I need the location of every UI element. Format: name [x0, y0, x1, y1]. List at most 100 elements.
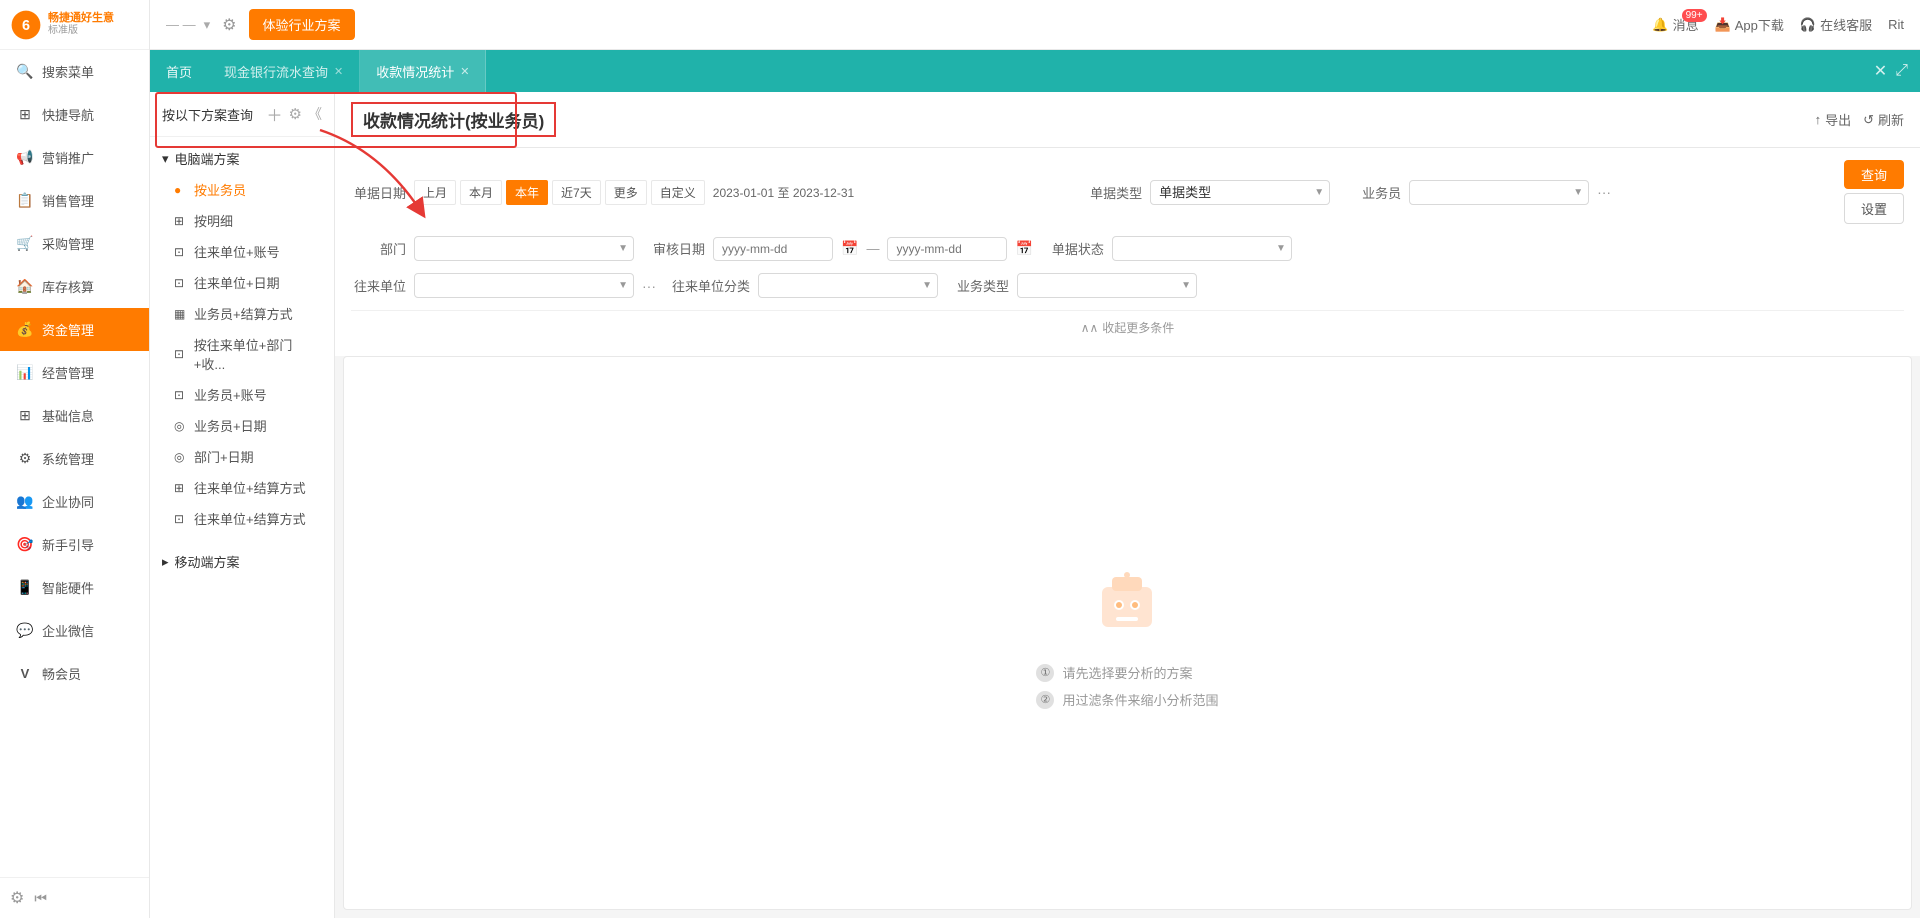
scheme-item-7[interactable]: ◎ 业务员+日期 — [150, 410, 334, 441]
doctype-select[interactable]: 单据类型 — [1150, 180, 1330, 205]
breadcrumb-text: — — — [166, 17, 196, 32]
scheme-item-8[interactable]: ◎ 部门+日期 — [150, 441, 334, 472]
user-avatar[interactable]: Rit — [1888, 17, 1904, 32]
scheme-item-10[interactable]: ⊡ 往来单位+结算方式 — [150, 503, 334, 534]
salesperson-select[interactable] — [1409, 180, 1589, 205]
sidebar-item-collab[interactable]: 👥 企业协同 — [0, 480, 149, 523]
sidebar-item-business[interactable]: 📊 经营管理 — [0, 351, 149, 394]
sidebar-label-hardware: 智能硬件 — [42, 578, 94, 597]
scheme-item-9[interactable]: ⊞ 往来单位+结算方式 — [150, 472, 334, 503]
calendar-to-icon[interactable]: 📅 — [1015, 240, 1032, 257]
tab-receipt-stats[interactable]: 收款情况统计 ✕ — [360, 50, 486, 92]
sidebar-item-system[interactable]: ⚙ 系统管理 — [0, 437, 149, 480]
sidebar-item-nav[interactable]: ⊞ 快捷导航 — [0, 93, 149, 136]
sidebar-item-sales[interactable]: 📋 销售管理 — [0, 179, 149, 222]
date-btn-7days[interactable]: 近7天 — [552, 180, 601, 205]
app-name: 畅捷通好生意 — [48, 12, 114, 25]
scheme-icon-5: ⊡ — [174, 347, 188, 361]
sidebar-item-hardware[interactable]: 📱 智能硬件 — [0, 566, 149, 609]
sidebar-label-purchase: 采购管理 — [42, 234, 94, 253]
review-date-to-input[interactable] — [887, 237, 1007, 261]
gear-settings-icon[interactable]: ⚙ — [222, 15, 236, 35]
counterparty-select[interactable] — [414, 273, 634, 298]
date-btn-custom[interactable]: 自定义 — [651, 180, 705, 205]
breadcrumb: — — ▾ — [166, 17, 210, 33]
inventory-icon: 🏠 — [16, 278, 34, 295]
app-download-label: App下载 — [1735, 15, 1784, 34]
docstatus-select[interactable] — [1112, 236, 1292, 261]
calendar-from-icon[interactable]: 📅 — [841, 240, 858, 257]
filter-date-item: 单据日期 上月 本月 本年 近7天 更多 自定义 2023-01-01 至 20… — [351, 180, 854, 205]
add-scheme-icon[interactable]: ＋ — [267, 102, 283, 126]
tab-bank-flow-close[interactable]: ✕ — [334, 65, 343, 78]
collapse-chevron-up-icon: ∧∧ — [1081, 321, 1099, 335]
settings-gear-icon[interactable]: ⚙ — [10, 888, 24, 908]
tab-expand-icon[interactable]: ⤢ — [1895, 62, 1908, 80]
scheme-icon-0: ● — [174, 183, 188, 197]
collapse-panel-icon[interactable]: 《 — [308, 104, 322, 124]
sidebar-item-search[interactable]: 🔍 搜索菜单 — [0, 50, 149, 93]
date-btn-this-year[interactable]: 本年 — [506, 180, 548, 205]
settings-scheme-icon[interactable]: ⚙ — [289, 105, 302, 123]
counterparty-classify-select[interactable] — [758, 273, 938, 298]
filter-counterparty-classify-item: 往来单位分类 — [672, 273, 938, 298]
biztype-label: 业务类型 — [954, 276, 1009, 295]
refresh-button[interactable]: ↺ 刷新 — [1863, 110, 1904, 129]
app-version: 标准版 — [48, 25, 114, 37]
left-panel-title: 按以下方案查询 — [162, 105, 253, 124]
sidebar-item-marketing[interactable]: 📢 营销推广 — [0, 136, 149, 179]
date-btn-more[interactable]: 更多 — [605, 180, 647, 205]
date-btn-last-month[interactable]: 上月 — [414, 180, 456, 205]
finance-icon: 💰 — [16, 321, 34, 338]
scheme-label-10: 往来单位+结算方式 — [194, 509, 306, 528]
tab-bank-flow[interactable]: 现金银行流水查询 ✕ — [208, 50, 360, 92]
biztype-select-wrapper — [1017, 273, 1197, 298]
date-btn-this-month[interactable]: 本月 — [460, 180, 502, 205]
date-separator: — — [866, 241, 879, 256]
dept-select[interactable] — [414, 236, 634, 261]
sidebar-label-nav: 快捷导航 — [42, 105, 94, 124]
review-date-from-input[interactable] — [713, 237, 833, 261]
counterparty-more-icon[interactable]: ··· — [642, 278, 656, 294]
scheme-item-5[interactable]: ⊡ 按往来单位+部门+收... — [150, 329, 334, 379]
page-title-box: 收款情况统计(按业务员) — [351, 102, 556, 137]
salesperson-more-icon[interactable]: ··· — [1597, 184, 1611, 200]
scheme-group-header-mobile[interactable]: ▸ 移动端方案 — [150, 546, 334, 577]
export-button[interactable]: ↑ 导出 — [1815, 110, 1852, 129]
online-service-btn[interactable]: 🎧 在线客服 — [1800, 15, 1872, 34]
sidebar-item-weixin[interactable]: 💬 企业微信 — [0, 609, 149, 652]
scheme-item-6[interactable]: ⊡ 业务员+账号 — [150, 379, 334, 410]
sidebar-item-member[interactable]: V 畅会员 — [0, 652, 149, 695]
collapse-bar[interactable]: ∧∧ 收起更多条件 — [351, 310, 1904, 344]
counterparty-select-wrapper — [414, 273, 634, 298]
collapse-label: 收起更多条件 — [1102, 319, 1174, 336]
scheme-item-2[interactable]: ⊡ 往来单位+账号 — [150, 236, 334, 267]
scheme-item-4[interactable]: ▦ 业务员+结算方式 — [150, 298, 334, 329]
tab-home[interactable]: 首页 — [150, 50, 208, 92]
scheme-label-8: 部门+日期 — [194, 447, 254, 466]
scheme-group-header-desktop[interactable]: ▾ 电脑端方案 — [150, 143, 334, 174]
purchase-icon: 🛒 — [16, 235, 34, 252]
collapse-sidebar-icon[interactable]: ⏮ — [34, 890, 47, 907]
tab-receipt-stats-close[interactable]: ✕ — [460, 65, 469, 78]
tab-close-all-icon[interactable]: ✕ — [1874, 61, 1887, 81]
app-download-btn[interactable]: 📥 App下载 — [1715, 15, 1784, 34]
sidebar-item-guide[interactable]: 🎯 新手引导 — [0, 523, 149, 566]
sidebar-item-basic[interactable]: ⊞ 基础信息 — [0, 394, 149, 437]
scheme-item-3[interactable]: ⊡ 往来单位+日期 — [150, 267, 334, 298]
basic-icon: ⊞ — [16, 407, 34, 424]
scheme-item-0[interactable]: ● 按业务员 — [150, 174, 334, 205]
scheme-label-6: 业务员+账号 — [194, 385, 267, 404]
biztype-select[interactable] — [1017, 273, 1197, 298]
filter-biztype-item: 业务类型 — [954, 273, 1197, 298]
notification-button[interactable]: 🔔 消息 99+ — [1652, 15, 1698, 34]
trial-button[interactable]: 体验行业方案 — [249, 9, 355, 40]
sidebar-item-inventory[interactable]: 🏠 库存核算 — [0, 265, 149, 308]
settings-button[interactable]: 设置 — [1844, 193, 1904, 224]
member-icon: V — [16, 666, 34, 681]
sidebar-item-finance[interactable]: 💰 资金管理 — [0, 308, 149, 351]
sidebar-item-purchase[interactable]: 🛒 采购管理 — [0, 222, 149, 265]
query-button[interactable]: 查询 — [1844, 160, 1904, 189]
scheme-item-1[interactable]: ⊞ 按明细 — [150, 205, 334, 236]
tab-home-label: 首页 — [166, 62, 192, 81]
